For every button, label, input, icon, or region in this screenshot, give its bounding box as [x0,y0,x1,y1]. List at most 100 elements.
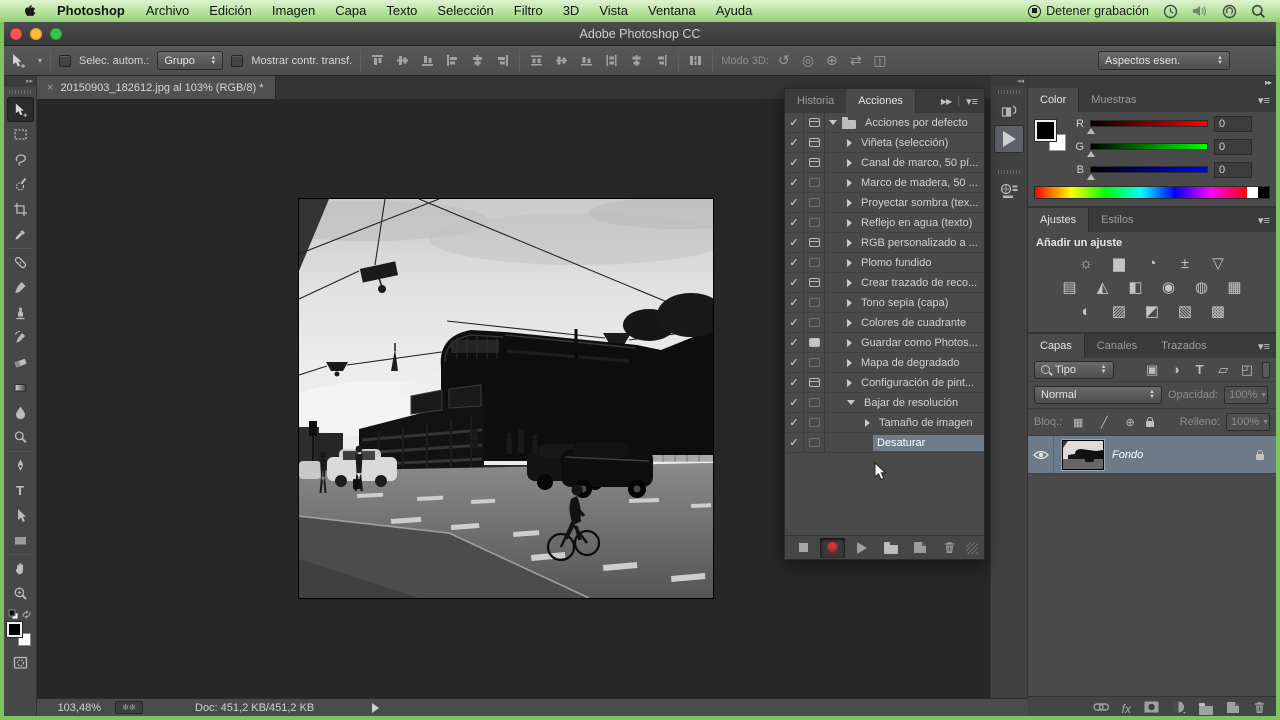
distribute-spacing-button[interactable] [687,52,704,69]
rectangular-marquee-tool[interactable] [7,122,34,147]
panel-menu-icon[interactable]: ▾≡ [1258,340,1270,353]
layer-filter-type-dropdown[interactable]: Tipo ▲ ▼ [1034,360,1114,379]
filter-smart-objects-icon[interactable]: ◰ [1238,362,1256,378]
actions-panel-dock-icon[interactable] [994,125,1024,153]
auto-select-checkbox[interactable] [59,54,72,67]
expand-arrow-icon[interactable] [847,298,852,307]
action-check-icon[interactable]: ✓ [785,173,804,192]
opacity-dropdown[interactable]: 100% ▼ [1224,386,1269,404]
eraser-tool[interactable] [7,350,34,375]
channel-b-value[interactable]: 0 [1214,161,1252,178]
channel-r-value[interactable]: 0 [1214,115,1252,132]
action-dialog-toggle[interactable] [804,433,825,452]
new-group-button[interactable] [1199,702,1213,715]
action-dialog-toggle[interactable] [804,313,825,332]
spotlight-icon[interactable] [1251,4,1266,19]
3d-slide-icon[interactable]: ⇄ [847,52,865,69]
action-label[interactable]: Canal de marco, 50 pí... [857,155,984,171]
expand-arrow-icon[interactable] [847,318,852,327]
status-options-button[interactable]: ✻✻ [115,701,143,714]
tools-collapse-arrows-icon[interactable]: ▸▸ [4,76,36,87]
tab-muestras[interactable]: Muestras [1079,88,1148,112]
action-dialog-toggle[interactable] [804,293,825,312]
rectangle-shape-tool[interactable] [7,528,34,553]
distribute-horizontal-centers-button[interactable] [628,52,645,69]
action-check-icon[interactable]: ✓ [785,253,804,272]
panel-collapse-arrows-icon[interactable]: ▶▶ [941,97,952,106]
preset-dropdown-arrow-icon[interactable]: ▾ [38,56,42,65]
menu-edicion[interactable]: Edición [199,0,262,22]
distribute-top-edges-button[interactable] [528,52,545,69]
default-colors-icon[interactable] [8,609,19,620]
3d-roll-icon[interactable]: ◎ [799,52,817,69]
action-row[interactable]: ✓ Canal de marco, 50 pí... [785,153,984,173]
menu-vista[interactable]: Vista [589,0,638,22]
menu-ventana[interactable]: Ventana [638,0,706,22]
3d-orbit-icon[interactable]: ↺ [775,52,793,69]
action-dialog-toggle[interactable] [804,253,825,272]
lasso-tool[interactable] [7,147,34,172]
properties-panel-icon[interactable] [994,177,1024,205]
hand-tool[interactable] [7,556,34,581]
dock-grip[interactable] [998,170,1020,174]
action-row[interactable]: ✓ Mapa de degradado [785,353,984,373]
selective-color-icon[interactable]: ▧ [1173,301,1197,321]
action-dialog-toggle[interactable] [804,153,825,172]
history-brush-tool[interactable] [7,325,34,350]
action-dialog-toggle[interactable] [804,173,825,192]
align-bottom-edges-button[interactable] [419,52,436,69]
zoom-percentage-field[interactable]: 103,48% [49,702,101,714]
blend-mode-dropdown[interactable]: Normal ▲ ▼ [1034,386,1162,404]
action-check-icon[interactable]: ✓ [785,133,804,152]
distribute-bottom-edges-button[interactable] [578,52,595,69]
action-label[interactable]: Mapa de degradado [857,355,984,371]
expand-arrow-icon[interactable] [847,378,852,387]
menu-ayuda[interactable]: Ayuda [706,0,763,22]
expand-arrow-icon[interactable] [847,338,852,347]
action-label[interactable]: Proyectar sombra (tex... [857,195,984,211]
window-titlebar[interactable]: Adobe Photoshop CC [0,22,1280,46]
action-label[interactable]: Reflejo en agua (texto) [857,215,984,231]
action-label[interactable]: Plomo fundido [857,255,984,271]
color-spectrum-ramp[interactable] [1034,186,1270,199]
zoom-tool[interactable] [7,581,34,606]
panel-menu-icon[interactable]: ▾≡ [1258,94,1270,107]
document-image[interactable] [249,197,769,599]
exposure-icon[interactable]: ± [1173,253,1197,273]
path-selection-tool[interactable] [7,503,34,528]
hue-saturation-icon[interactable]: ▤ [1058,277,1082,297]
expand-arrow-icon[interactable] [847,218,852,227]
expand-arrow-icon[interactable] [847,358,852,367]
action-label[interactable]: Crear trazado de reco... [857,275,984,291]
channel-g-slider[interactable] [1087,143,1208,157]
action-row[interactable]: ✓ RGB personalizado a ... [785,233,984,253]
action-row[interactable]: ✓ Proyectar sombra (tex... [785,193,984,213]
layer-visibility-toggle[interactable] [1028,436,1054,473]
brightness-contrast-icon[interactable]: ☼ [1074,253,1098,273]
fill-dropdown[interactable]: 100% ▼ [1226,413,1270,431]
document-tab[interactable]: × 20150903_182612.jpg al 103% (RGB/8) * [37,76,277,99]
dock-grip[interactable] [998,90,1020,94]
volume-icon[interactable] [1192,4,1208,18]
menu-texto[interactable]: Texto [376,0,427,22]
add-layer-mask-button[interactable] [1144,701,1159,716]
time-machine-icon[interactable] [1163,4,1178,19]
channel-mixer-icon[interactable]: ◍ [1190,277,1214,297]
status-info-arrow-icon[interactable] [372,702,380,713]
new-action-button[interactable] [908,538,933,558]
3d-camera-icon[interactable]: ◫ [871,52,889,69]
blur-tool[interactable] [7,400,34,425]
action-row[interactable]: ✓ Guardar como Photos... [785,333,984,353]
tab-capas[interactable]: Capas [1028,334,1085,358]
action-row[interactable]: ✓ Configuración de pint... [785,373,984,393]
action-row[interactable]: ✓ Viñeta (selección) [785,133,984,153]
action-dialog-toggle[interactable] [804,133,825,152]
zoom-window-button[interactable] [50,28,62,40]
expand-arrow-icon[interactable] [847,238,852,247]
action-row[interactable]: ✓ Tono sepia (capa) [785,293,984,313]
brush-tool[interactable] [7,275,34,300]
action-check-icon[interactable]: ✓ [785,193,804,212]
begin-recording-button[interactable] [820,537,846,558]
workspace-switcher-dropdown[interactable]: Aspectos esen. ▲ ▼ [1098,51,1230,70]
stop-playing-button[interactable] [791,538,816,558]
